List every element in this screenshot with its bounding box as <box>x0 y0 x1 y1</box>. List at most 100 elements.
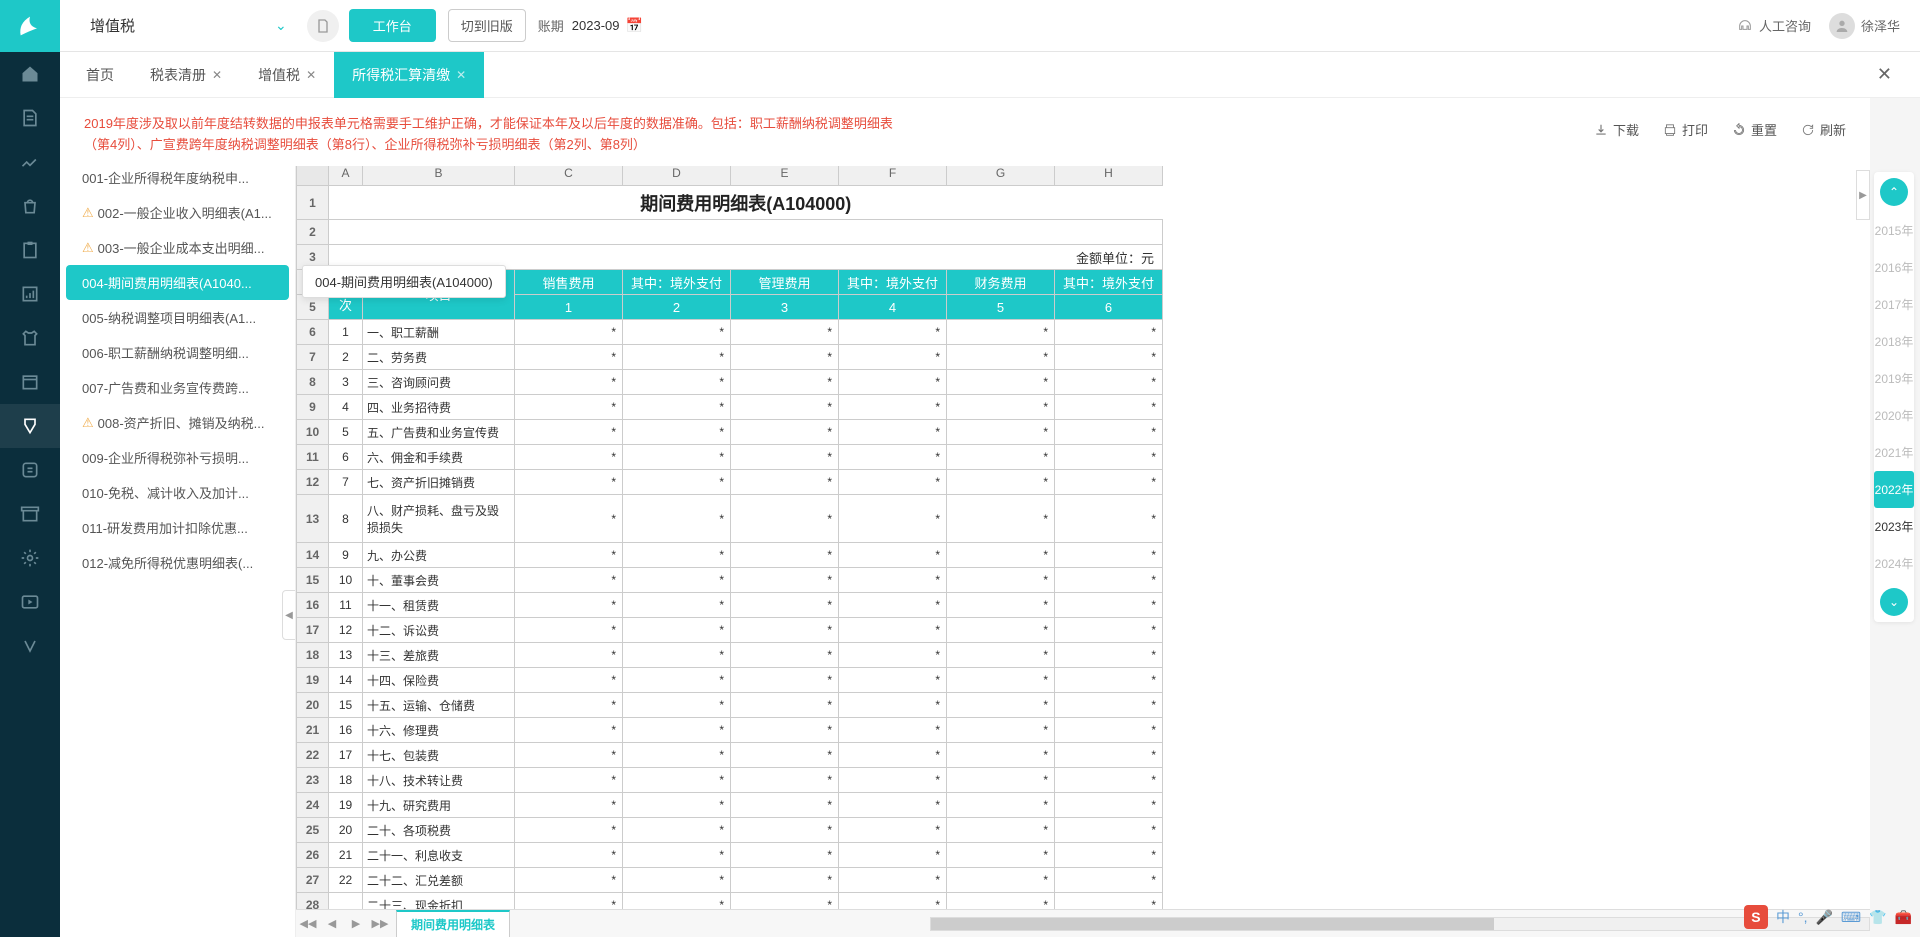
cell[interactable]: * <box>515 868 623 893</box>
ime-logo-icon[interactable]: S <box>1744 905 1768 929</box>
close-all-tabs-button[interactable]: ✕ <box>1857 64 1912 85</box>
row-head-16[interactable]: 16 <box>297 593 329 618</box>
sheet-nav-prev[interactable]: ◀ <box>320 917 344 930</box>
cell[interactable]: * <box>1055 470 1163 495</box>
cell[interactable]: * <box>623 893 731 910</box>
cell[interactable]: * <box>839 593 947 618</box>
cell[interactable]: * <box>839 543 947 568</box>
tree-item-8[interactable]: 009-企业所得税弥补亏损明... <box>60 440 295 475</box>
year-2022年[interactable]: 2022年 <box>1874 471 1914 508</box>
cell[interactable]: * <box>1055 495 1163 543</box>
year-scroll-up[interactable]: ⌃ <box>1880 178 1908 206</box>
cell[interactable]: * <box>515 593 623 618</box>
row-head-15[interactable]: 15 <box>297 568 329 593</box>
cell[interactable]: * <box>1055 843 1163 868</box>
cell[interactable]: * <box>515 320 623 345</box>
row-index[interactable]: 14 <box>329 668 363 693</box>
row-index[interactable]: 9 <box>329 543 363 568</box>
row-head-7[interactable]: 7 <box>297 345 329 370</box>
tree-item-2[interactable]: ⚠003-一般企业成本支出明细... <box>60 230 295 265</box>
cell[interactable]: * <box>515 668 623 693</box>
cell[interactable]: * <box>731 743 839 768</box>
tab-3[interactable]: 所得税汇算清缴✕ <box>334 52 484 98</box>
cell[interactable]: * <box>1055 818 1163 843</box>
print-button[interactable]: 打印 <box>1663 120 1708 139</box>
year-2023年[interactable]: 2023年 <box>1875 508 1914 545</box>
cell[interactable]: * <box>839 420 947 445</box>
row-index[interactable]: 3 <box>329 370 363 395</box>
cell[interactable]: * <box>623 718 731 743</box>
row-index[interactable]: 7 <box>329 470 363 495</box>
cell[interactable]: * <box>947 768 1055 793</box>
cell[interactable]: * <box>731 618 839 643</box>
cell[interactable]: * <box>731 693 839 718</box>
cell[interactable]: * <box>839 568 947 593</box>
cell[interactable]: * <box>623 445 731 470</box>
row-index[interactable]: 19 <box>329 793 363 818</box>
row-index[interactable]: 6 <box>329 445 363 470</box>
row-head-26[interactable]: 26 <box>297 843 329 868</box>
tab-1[interactable]: 税表清册✕ <box>132 52 240 98</box>
tree-item-5[interactable]: 006-职工薪酬纳税调整明细... <box>60 335 295 370</box>
cell[interactable]: * <box>515 768 623 793</box>
nav-video-icon[interactable] <box>0 580 60 624</box>
cell[interactable]: * <box>947 843 1055 868</box>
row-index[interactable]: 17 <box>329 743 363 768</box>
row-item[interactable]: 十四、保险费 <box>363 668 515 693</box>
cell[interactable]: * <box>623 395 731 420</box>
row-head-14[interactable]: 14 <box>297 543 329 568</box>
cell[interactable]: * <box>947 345 1055 370</box>
cell[interactable]: * <box>731 593 839 618</box>
nav-archive-icon[interactable] <box>0 492 60 536</box>
row-head-18[interactable]: 18 <box>297 643 329 668</box>
cell[interactable]: * <box>1055 693 1163 718</box>
year-2020年[interactable]: 2020年 <box>1875 397 1914 434</box>
ime-punct-icon[interactable]: °, <box>1798 909 1808 925</box>
nav-home-icon[interactable] <box>0 52 60 96</box>
cell[interactable]: * <box>623 743 731 768</box>
cell[interactable]: * <box>623 470 731 495</box>
cell[interactable]: * <box>515 345 623 370</box>
row-head-27[interactable]: 27 <box>297 868 329 893</box>
nav-clipboard-icon[interactable] <box>0 228 60 272</box>
row-item[interactable]: 一、职工薪酬 <box>363 320 515 345</box>
row-item[interactable]: 十七、包装费 <box>363 743 515 768</box>
cell[interactable]: * <box>623 643 731 668</box>
collapse-tree-handle[interactable]: ◀ <box>282 590 296 640</box>
cell[interactable]: * <box>731 470 839 495</box>
cell[interactable]: * <box>947 743 1055 768</box>
cell[interactable]: * <box>515 843 623 868</box>
cell[interactable]: * <box>1055 345 1163 370</box>
cell[interactable]: * <box>947 568 1055 593</box>
row-head-25[interactable]: 25 <box>297 818 329 843</box>
cell[interactable]: * <box>731 543 839 568</box>
cell[interactable]: * <box>839 345 947 370</box>
row-index[interactable]: 2 <box>329 345 363 370</box>
row-item[interactable]: 七、资产折旧摊销费 <box>363 470 515 495</box>
cell[interactable]: * <box>1055 768 1163 793</box>
cell[interactable]: * <box>839 495 947 543</box>
year-2019年[interactable]: 2019年 <box>1875 360 1914 397</box>
year-2018年[interactable]: 2018年 <box>1875 323 1914 360</box>
cell[interactable]: * <box>623 843 731 868</box>
row-head-23[interactable]: 23 <box>297 768 329 793</box>
cell[interactable]: * <box>515 395 623 420</box>
cell[interactable]: * <box>1055 743 1163 768</box>
cell[interactable]: * <box>839 693 947 718</box>
row-item[interactable]: 二十、各项税费 <box>363 818 515 843</box>
user-menu[interactable]: 徐泽华 <box>1829 13 1900 39</box>
cell[interactable]: * <box>947 320 1055 345</box>
download-button[interactable]: 下载 <box>1594 120 1639 139</box>
cell[interactable]: * <box>1055 370 1163 395</box>
row-head-20[interactable]: 20 <box>297 693 329 718</box>
cell[interactable]: * <box>839 618 947 643</box>
ime-tool-icon[interactable]: 🧰 <box>1895 909 1912 926</box>
row-item[interactable]: 二十二、汇兑差额 <box>363 868 515 893</box>
cell[interactable]: * <box>731 668 839 693</box>
tab-0[interactable]: 首页 <box>68 52 132 98</box>
row-item[interactable]: 十一、租赁费 <box>363 593 515 618</box>
cell[interactable]: * <box>1055 718 1163 743</box>
row-head-11[interactable]: 11 <box>297 445 329 470</box>
row-head-17[interactable]: 17 <box>297 618 329 643</box>
cell[interactable]: * <box>623 420 731 445</box>
